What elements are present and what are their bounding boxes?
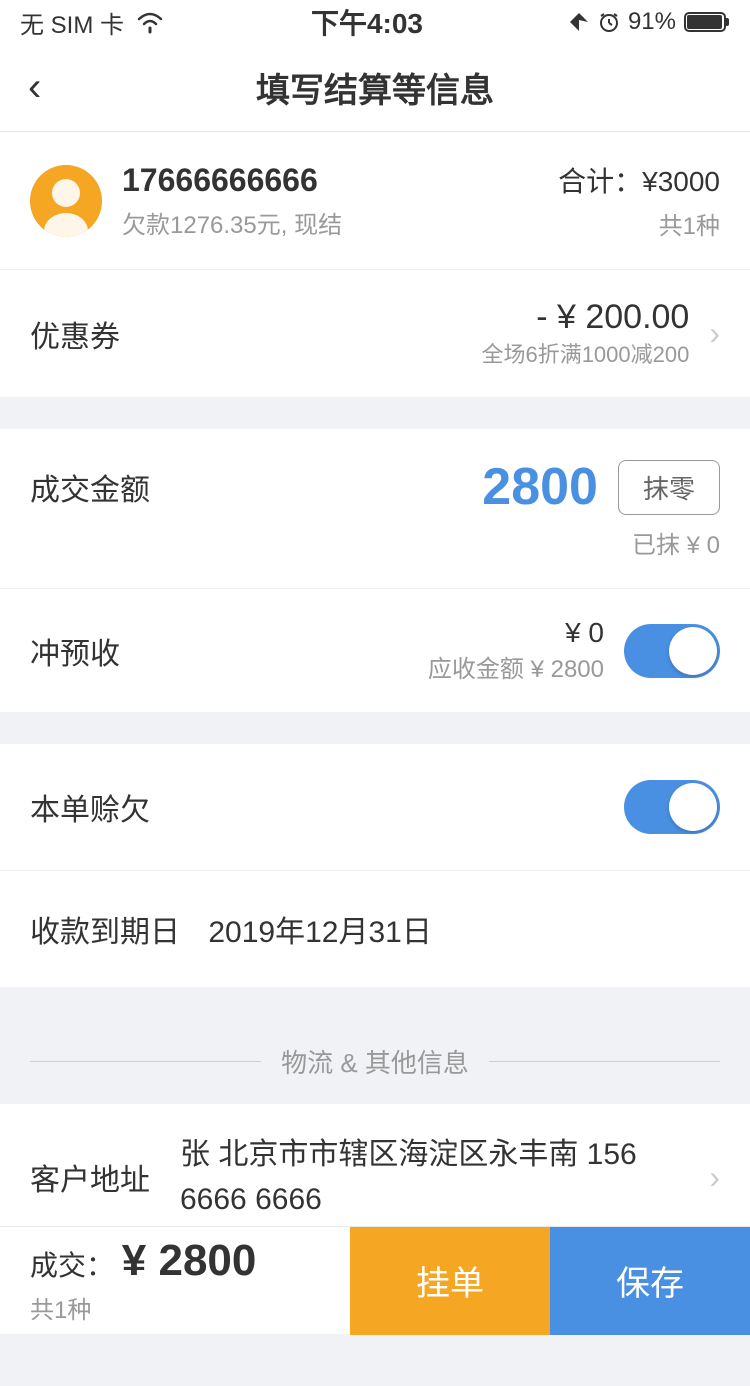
address-label: 客户地址 [30,1155,150,1199]
status-bar: 无 SIM 卡 下午4:03 91% [0,0,750,44]
customer-row: 17666666666 欠款1276.35元, 现结 合计：¥3000 共1种 [0,132,750,269]
customer-left: 17666666666 欠款1276.35元, 现结 [30,162,342,240]
save-button[interactable]: 保存 [550,1227,750,1335]
prepay-row: 冲预收 ¥ 0 应收金额 ¥ 2800 [0,588,750,712]
debt-section: 本单赊欠 收款到期日 2019年12月31日 [0,744,750,987]
debt-toggle-knob [669,783,717,831]
logistics-divider: 物流 & 其他信息 [0,1019,750,1104]
address-chevron-icon: › [709,1159,720,1196]
due-date: 2019年12月31日 [208,916,431,949]
coupon-info: - ¥ 200.00 全场6折满1000减200 [481,298,689,369]
prepay-label: 冲预收 [30,629,120,673]
amount-section: 成交金额 2800 抹零 已抹 ¥ 0 冲预收 ¥ 0 应收金额 ¥ 2800 [0,429,750,712]
separator-2 [0,728,750,744]
hold-button[interactable]: 挂单 [350,1227,550,1335]
coupon-right: - ¥ 200.00 全场6折满1000减200 › [481,298,720,369]
coupon-label: 优惠券 [30,312,120,356]
address-value: 张 北京市市辖区海淀区永丰南 156 6666 6666 [180,1132,699,1222]
coupon-amount: - ¥ 200.00 [481,298,689,337]
status-right: 91% [568,8,730,36]
divider-line-right [489,1061,720,1062]
customer-sub: 欠款1276.35元, 现结 [122,205,342,240]
total-count: 共1种 [558,206,720,241]
sim-status: 无 SIM 卡 [20,5,124,40]
coupon-row[interactable]: 优惠券 - ¥ 200.00 全场6折满1000减200 › [0,269,750,397]
debt-row: 本单赊欠 [0,744,750,870]
divider-line-left [30,1061,261,1062]
customer-phone: 17666666666 [122,162,342,199]
deal-amount-row: 成交金额 2800 抹零 已抹 ¥ 0 [0,429,750,588]
separator-3 [0,1003,750,1019]
bottom-deal-row: 成交： ¥ 2800 [30,1236,320,1286]
due-label: 收款到期日 [30,916,180,949]
location-icon [568,11,590,33]
amount-main-row: 成交金额 2800 抹零 [30,457,720,517]
customer-total: 合计：¥3000 共1种 [558,160,720,241]
logistics-label: 物流 & 其他信息 [281,1043,469,1080]
amount-right: 2800 抹零 [482,457,720,517]
status-left: 无 SIM 卡 [20,5,166,40]
alarm-icon [598,11,620,33]
prepay-sub: 应收金额 ¥ 2800 [428,649,604,684]
prepay-values: ¥ 0 应收金额 ¥ 2800 [428,617,604,684]
back-button[interactable]: ‹ [28,65,41,110]
prepay-toggle[interactable] [624,624,720,678]
bottom-bar: 成交： ¥ 2800 共1种 挂单 保存 [0,1226,750,1334]
customer-section: 17666666666 欠款1276.35元, 现结 合计：¥3000 共1种 … [0,132,750,397]
debt-toggle[interactable] [624,780,720,834]
round-button[interactable]: 抹零 [618,460,720,515]
coupon-desc: 全场6折满1000减200 [481,337,689,369]
bottom-deal-label: 成交： [30,1250,114,1281]
bottom-count: 共1种 [30,1290,320,1325]
total-amount: 合计：¥3000 [558,160,720,200]
toggle-knob [669,627,717,675]
avatar [30,165,102,237]
separator-1 [0,413,750,429]
bottom-summary: 成交： ¥ 2800 共1种 [0,1236,350,1325]
due-date-row: 收款到期日 2019年12月31日 [0,870,750,987]
battery-icon [684,10,730,34]
amount-label: 成交金额 [30,465,150,509]
debt-label: 本单赊欠 [30,785,150,829]
battery-percent: 91% [628,8,676,36]
wifi-icon [134,10,166,34]
prepay-amount: ¥ 0 [428,617,604,649]
prepay-group: ¥ 0 应收金额 ¥ 2800 [428,617,720,684]
amount-value: 2800 [482,457,598,517]
status-time: 下午4:03 [311,2,423,42]
nav-bar: ‹ 填写结算等信息 [0,44,750,132]
chevron-right-icon: › [709,315,720,352]
amount-sub: 已抹 ¥ 0 [30,525,720,560]
customer-info: 17666666666 欠款1276.35元, 现结 [122,162,342,240]
page-title: 填写结算等信息 [256,63,494,112]
bottom-amount: ¥ 2800 [122,1236,257,1285]
